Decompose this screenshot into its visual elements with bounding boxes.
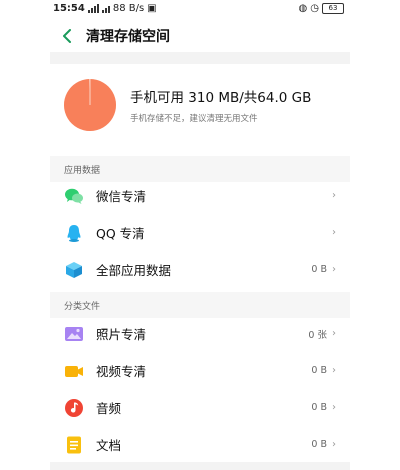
notification-icon: ▣ bbox=[147, 2, 157, 14]
page-title: 清理存储空间 bbox=[86, 29, 170, 45]
list-item-label: 微信专清 bbox=[96, 189, 147, 204]
battery-icon: 63 bbox=[322, 2, 344, 14]
video-icon bbox=[65, 365, 83, 377]
list-item-audio[interactable]: 音频 0 B › bbox=[50, 389, 350, 426]
storage-usage-chart bbox=[64, 79, 116, 131]
storage-summary-text: 手机可用 310 MB/共64.0 GB 手机存储不足，建议清理无用文件 bbox=[130, 86, 311, 124]
list-item-document[interactable]: 文档 0 B › bbox=[50, 426, 350, 463]
storage-available-text: 手机可用 310 MB/共64.0 GB bbox=[130, 90, 312, 106]
chevron-right-icon: › bbox=[332, 328, 336, 339]
divider-band bbox=[50, 52, 350, 64]
list-item-label: QQ 专清 bbox=[96, 226, 145, 241]
status-time: 15:54 bbox=[53, 2, 85, 14]
alarm-icon: ◷ bbox=[310, 2, 319, 14]
vibrate-icon: ◍ bbox=[298, 2, 308, 14]
list-item-label: 全部应用数据 bbox=[96, 263, 172, 278]
list-item-value: 0 B bbox=[311, 264, 327, 275]
list-item-qq-clean[interactable]: QQ 专清 › bbox=[50, 214, 350, 251]
list-item-label: 照片专清 bbox=[96, 327, 147, 342]
wechat-icon bbox=[65, 188, 83, 204]
storage-warning-text: 手机存储不足，建议清理无用文件 bbox=[130, 114, 258, 124]
list-item-photo-clean[interactable]: 照片专清 0 张 › bbox=[50, 315, 350, 352]
status-bar-left: 15:54 88 B/s ▣ bbox=[53, 3, 157, 14]
divider-band-bottom bbox=[50, 462, 350, 470]
chevron-right-icon: › bbox=[332, 439, 336, 450]
list-item-value: 0 B bbox=[311, 439, 327, 450]
network-speed: 88 B/s bbox=[112, 2, 145, 14]
app-header: 清理存储空间 bbox=[50, 22, 350, 50]
status-bar-right: ◍ ◷ 63 bbox=[298, 2, 344, 14]
list-item-video-clean[interactable]: 视频专清 0 B › bbox=[50, 352, 350, 389]
list-item-label: 文档 bbox=[96, 438, 122, 453]
list-item-all-app-data[interactable]: 全部应用数据 0 B › bbox=[50, 251, 350, 288]
document-icon bbox=[67, 436, 81, 453]
list-item-value: 0 B bbox=[311, 365, 327, 376]
chevron-right-icon: › bbox=[332, 402, 336, 413]
signal-icon-2 bbox=[101, 4, 110, 13]
list-item-value: 0 张 bbox=[308, 329, 327, 341]
back-arrow-icon bbox=[63, 29, 71, 43]
qq-icon bbox=[67, 224, 81, 242]
storage-summary: 手机可用 310 MB/共64.0 GB 手机存储不足，建议清理无用文件 bbox=[50, 64, 350, 146]
back-button[interactable] bbox=[58, 27, 76, 45]
screen: 15:54 88 B/s ▣ ◍ ◷ 63 清理存储空间 手机可用 310 MB… bbox=[0, 0, 400, 470]
chevron-right-icon: › bbox=[332, 365, 336, 376]
chevron-right-icon: › bbox=[332, 264, 336, 275]
chevron-right-icon: › bbox=[332, 190, 336, 201]
music-icon bbox=[65, 398, 83, 417]
list-item-wechat-clean[interactable]: 微信专清 › bbox=[50, 177, 350, 214]
list-item-label: 音频 bbox=[96, 401, 122, 416]
list-item-value: 0 B bbox=[311, 402, 327, 413]
list-item-label: 视频专清 bbox=[96, 364, 147, 379]
chevron-right-icon: › bbox=[332, 227, 336, 238]
app-cube-icon bbox=[66, 261, 82, 278]
photo-icon bbox=[65, 326, 83, 341]
status-bar: 15:54 88 B/s ▣ ◍ ◷ 63 bbox=[0, 0, 400, 16]
signal-icon bbox=[87, 3, 99, 13]
